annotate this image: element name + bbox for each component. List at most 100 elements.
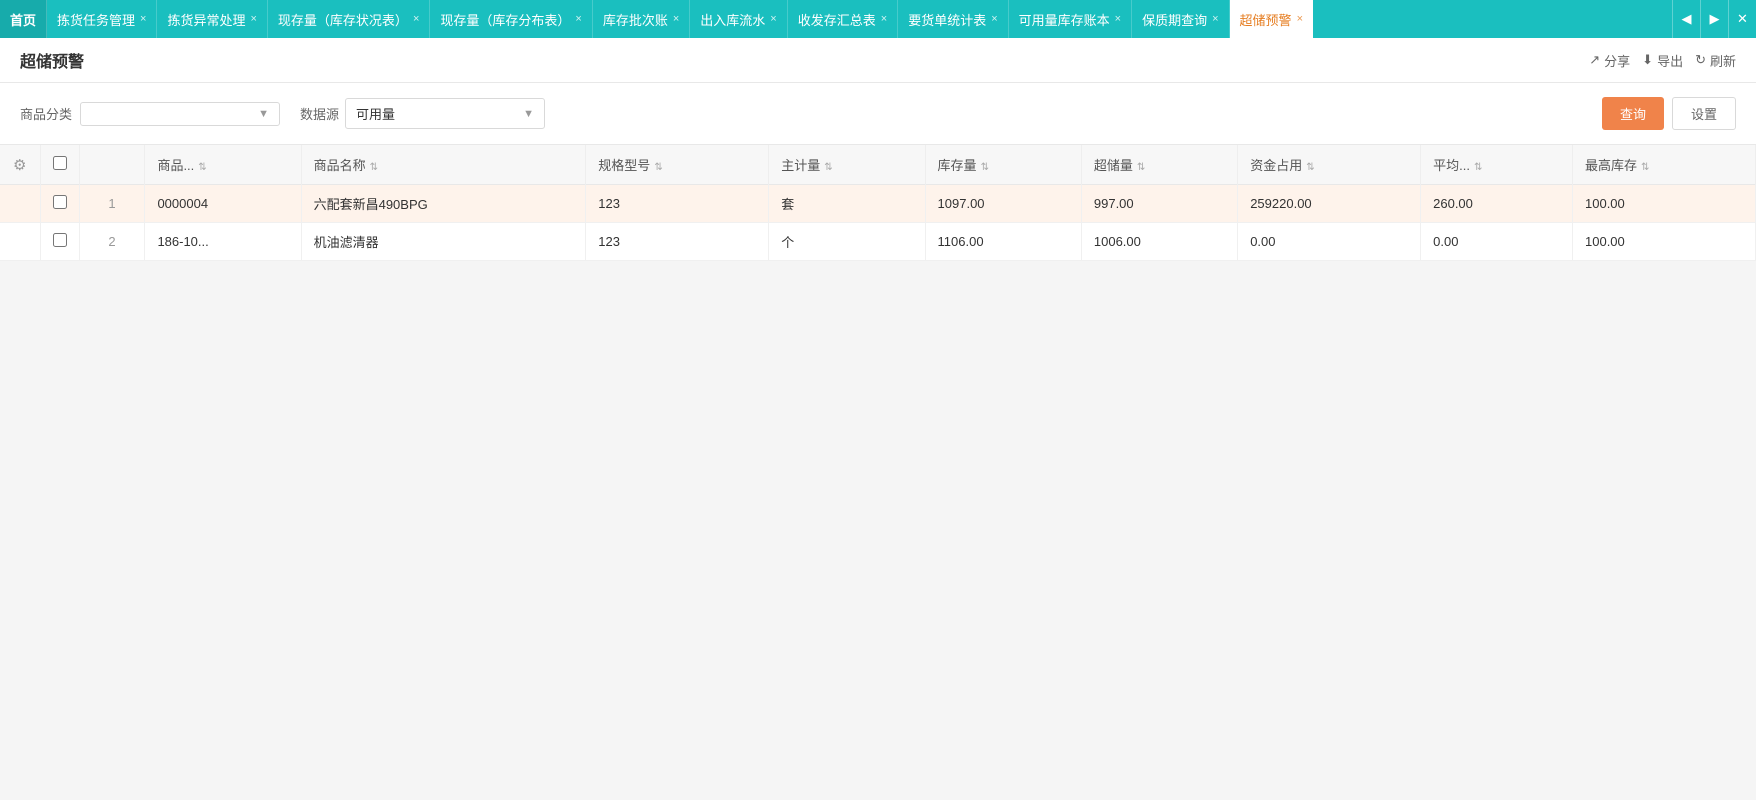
gear-icon[interactable]: ⚙ xyxy=(13,157,26,174)
nav-item-available-book[interactable]: 可用量库存账本 × xyxy=(1009,0,1132,38)
datasource-select[interactable]: 可用量 ▼ xyxy=(345,98,545,129)
sort-icon-spec: ⇅ xyxy=(654,162,662,173)
nav-item-order-stat[interactable]: 要货单统计表 × xyxy=(898,0,1008,38)
nav-close-stock-status[interactable]: × xyxy=(413,13,419,25)
sort-icon-unit: ⇅ xyxy=(824,162,832,173)
category-arrow: ▼ xyxy=(258,108,269,120)
data-table: ⚙ 商品...⇅ 商品名称⇅ 规格型号⇅ 主计量⇅ 库存量⇅ 超储量⇅ 资金占用… xyxy=(0,145,1756,261)
settings-button[interactable]: 设置 xyxy=(1672,97,1736,130)
nav-close-expiry-query[interactable]: × xyxy=(1212,13,1218,25)
column-row-num xyxy=(79,145,145,185)
header-actions: ↗ 分享 ⬇ 导出 ↻ 刷新 xyxy=(1589,51,1736,70)
row-spec-1: 123 xyxy=(586,223,769,261)
nav-item-expiry-query[interactable]: 保质期查询 × xyxy=(1132,0,1229,38)
category-select[interactable]: ▼ xyxy=(80,102,280,126)
nav-item-overstock-warning[interactable]: 超储预警 × xyxy=(1230,0,1313,38)
select-all-checkbox[interactable] xyxy=(53,156,67,170)
column-avg[interactable]: 平均...⇅ xyxy=(1421,145,1573,185)
column-overstock[interactable]: 超储量⇅ xyxy=(1081,145,1237,185)
datasource-arrow: ▼ xyxy=(523,108,534,120)
nav-item-receive-summary[interactable]: 收发存汇总表 × xyxy=(788,0,898,38)
refresh-button[interactable]: ↻ 刷新 xyxy=(1695,51,1736,70)
row-product-name-1: 机油滤清器 xyxy=(301,223,586,261)
row-product-name-0: 六配套新昌490BPG xyxy=(301,185,586,223)
sort-icon-product-code: ⇅ xyxy=(198,162,206,173)
share-button[interactable]: ↗ 分享 xyxy=(1589,51,1630,70)
table-header-row: ⚙ 商品...⇅ 商品名称⇅ 规格型号⇅ 主计量⇅ 库存量⇅ 超储量⇅ 资金占用… xyxy=(0,145,1756,185)
sort-icon-stock: ⇅ xyxy=(981,162,989,173)
row-product-code-1: 186-10... xyxy=(145,223,301,261)
nav-close-receive-summary[interactable]: × xyxy=(881,13,887,25)
nav-item-home[interactable]: 首页 xyxy=(0,0,47,38)
column-unit[interactable]: 主计量⇅ xyxy=(769,145,925,185)
datasource-label: 数据源 xyxy=(300,104,339,123)
category-label: 商品分类 xyxy=(20,104,72,123)
row-spec-0: 123 xyxy=(586,185,769,223)
row-capital-0: 259220.00 xyxy=(1238,185,1421,223)
nav-close-pick-exception[interactable]: × xyxy=(250,13,256,25)
nav-close-stock-dist[interactable]: × xyxy=(575,13,581,25)
datasource-value: 可用量 xyxy=(356,104,395,123)
nav-item-stock-dist[interactable]: 现存量（库存分布表） × xyxy=(430,0,592,38)
nav-item-stock-status[interactable]: 现存量（库存状况表） × xyxy=(268,0,430,38)
nav-close-inout-flow[interactable]: × xyxy=(770,13,776,25)
row-capital-1: 0.00 xyxy=(1238,223,1421,261)
sort-icon-avg: ⇅ xyxy=(1474,162,1482,173)
column-max-stock[interactable]: 最高库存⇅ xyxy=(1573,145,1756,185)
nav-arrows: ◀ ▶ ✕ xyxy=(1672,0,1756,38)
nav-close-available-book[interactable]: × xyxy=(1115,13,1121,25)
row-avg-0: 260.00 xyxy=(1421,185,1573,223)
category-filter: 商品分类 ▼ xyxy=(20,102,280,126)
row-num-0: 1 xyxy=(79,185,145,223)
column-capital[interactable]: 资金占用⇅ xyxy=(1238,145,1421,185)
query-button[interactable]: 查询 xyxy=(1602,97,1664,130)
nav-close-order-stat[interactable]: × xyxy=(991,13,997,25)
row-stock-0: 1097.00 xyxy=(925,185,1081,223)
column-checkbox xyxy=(40,145,79,185)
sort-icon-overstock: ⇅ xyxy=(1137,162,1145,173)
column-spec[interactable]: 规格型号⇅ xyxy=(586,145,769,185)
table-row: 1 0000004 六配套新昌490BPG 123 套 1097.00 997.… xyxy=(0,185,1756,223)
column-product-code[interactable]: 商品...⇅ xyxy=(145,145,301,185)
nav-close-batch-account[interactable]: × xyxy=(673,13,679,25)
nav-arrow-close[interactable]: ✕ xyxy=(1728,0,1756,38)
nav-item-pick-exception[interactable]: 拣货异常处理 × xyxy=(157,0,267,38)
column-stock[interactable]: 库存量⇅ xyxy=(925,145,1081,185)
export-icon: ⬇ xyxy=(1642,52,1653,68)
nav-close-overstock-warning[interactable]: × xyxy=(1297,13,1303,25)
row-checkbox-1[interactable] xyxy=(53,233,67,247)
nav-item-inout-flow[interactable]: 出入库流水 × xyxy=(690,0,787,38)
page-title: 超储预警 xyxy=(20,48,84,72)
nav-item-batch-account[interactable]: 库存批次账 × xyxy=(593,0,690,38)
row-overstock-1: 1006.00 xyxy=(1081,223,1237,261)
datasource-filter: 数据源 可用量 ▼ xyxy=(300,98,545,129)
top-navigation: 首页拣货任务管理 ×拣货异常处理 ×现存量（库存状况表） ×现存量（库存分布表）… xyxy=(0,0,1756,38)
row-checkbox-cell-0 xyxy=(40,185,79,223)
nav-arrow-right[interactable]: ▶ xyxy=(1700,0,1728,38)
export-button[interactable]: ⬇ 导出 xyxy=(1642,51,1683,70)
filter-bar: 商品分类 ▼ 数据源 可用量 ▼ 查询 设置 xyxy=(0,83,1756,145)
table-row: 2 186-10... 机油滤清器 123 个 1106.00 1006.00 … xyxy=(0,223,1756,261)
column-gear[interactable]: ⚙ xyxy=(0,145,40,185)
nav-arrow-left[interactable]: ◀ xyxy=(1672,0,1700,38)
row-max-stock-0: 100.00 xyxy=(1573,185,1756,223)
table-container: ⚙ 商品...⇅ 商品名称⇅ 规格型号⇅ 主计量⇅ 库存量⇅ 超储量⇅ 资金占用… xyxy=(0,145,1756,261)
row-product-code-0: 0000004 xyxy=(145,185,301,223)
column-product-name[interactable]: 商品名称⇅ xyxy=(301,145,586,185)
filter-actions: 查询 设置 xyxy=(1602,97,1736,130)
nav-close-pick-task[interactable]: × xyxy=(140,13,146,25)
row-num-1: 2 xyxy=(79,223,145,261)
nav-item-pick-task[interactable]: 拣货任务管理 × xyxy=(47,0,157,38)
row-gear-1 xyxy=(0,223,40,261)
share-icon: ↗ xyxy=(1589,52,1600,68)
table-body: 1 0000004 六配套新昌490BPG 123 套 1097.00 997.… xyxy=(0,185,1756,261)
refresh-icon: ↻ xyxy=(1695,52,1706,68)
row-stock-1: 1106.00 xyxy=(925,223,1081,261)
row-checkbox-cell-1 xyxy=(40,223,79,261)
sort-icon-product-name: ⇅ xyxy=(370,162,378,173)
sort-icon-max-stock: ⇅ xyxy=(1641,162,1649,173)
sort-icon-capital: ⇅ xyxy=(1306,162,1314,173)
row-unit-1: 个 xyxy=(769,223,925,261)
page-header: 超储预警 ↗ 分享 ⬇ 导出 ↻ 刷新 xyxy=(0,38,1756,83)
row-checkbox-0[interactable] xyxy=(53,195,67,209)
